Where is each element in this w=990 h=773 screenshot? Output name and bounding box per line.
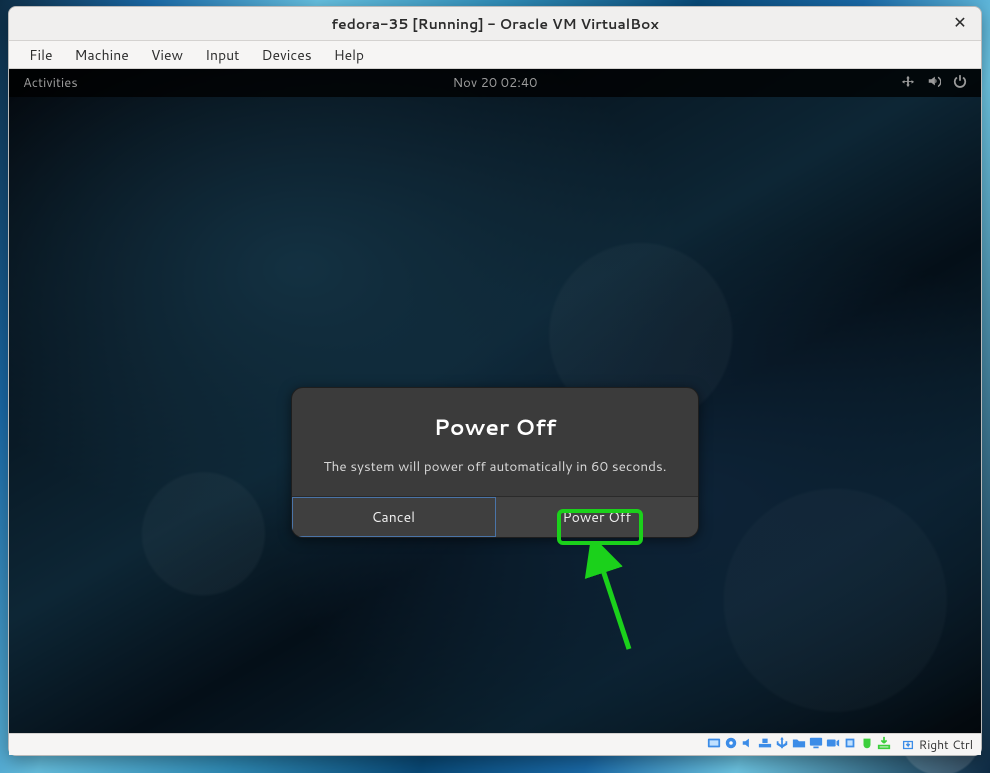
status-network-icon[interactable] [758, 736, 772, 754]
status-usb-icon[interactable] [775, 736, 789, 754]
close-icon[interactable]: ✕ [949, 13, 971, 35]
host-key-indicator[interactable]: Right Ctrl [901, 736, 973, 753]
menu-input[interactable]: Input [195, 42, 249, 68]
activities-button[interactable]: Activities [23, 74, 78, 92]
status-cpu-icon[interactable] [843, 736, 857, 754]
host-key-label: Right Ctrl [919, 736, 973, 753]
window-titlebar[interactable]: fedora-35 [Running] - Oracle VM VirtualB… [9, 7, 981, 41]
menubar: File Machine View Input Devices Help [9, 41, 981, 69]
system-status-area[interactable] [901, 74, 967, 93]
virtualbox-statusbar: Right Ctrl [9, 733, 981, 755]
status-tray [707, 736, 891, 754]
guest-display[interactable]: Activities Nov 20 02:40 Power Off The sy… [9, 69, 981, 733]
status-audio-icon[interactable] [741, 736, 755, 754]
status-hdd-icon[interactable] [707, 736, 721, 754]
menu-machine[interactable]: Machine [65, 42, 139, 68]
virtualbox-window: fedora-35 [Running] - Oracle VM VirtualB… [8, 6, 982, 756]
menu-file[interactable]: File [19, 42, 63, 68]
power-off-button[interactable]: Power Off [496, 497, 699, 537]
status-display-icon[interactable] [809, 736, 823, 754]
window-title: fedora-35 [Running] - Oracle VM VirtualB… [331, 14, 659, 34]
status-recording-icon[interactable] [826, 736, 840, 754]
status-shared-folder-icon[interactable] [792, 736, 806, 754]
status-optical-icon[interactable] [724, 736, 738, 754]
power-icon [953, 74, 967, 93]
menu-view[interactable]: View [141, 42, 193, 68]
power-off-dialog: Power Off The system will power off auto… [291, 387, 699, 538]
dialog-message: The system will power off automatically … [316, 457, 674, 476]
menu-help[interactable]: Help [324, 42, 374, 68]
dialog-title: Power Off [316, 412, 674, 443]
cancel-button[interactable]: Cancel [292, 497, 496, 537]
network-icon [901, 74, 915, 93]
topbar-datetime[interactable]: Nov 20 02:40 [9, 74, 981, 92]
menu-devices[interactable]: Devices [251, 42, 321, 68]
status-mouse-integration-icon[interactable] [860, 736, 874, 754]
hostkey-arrow-icon [901, 738, 915, 752]
status-keyboard-icon[interactable] [877, 736, 891, 754]
volume-icon [927, 74, 941, 93]
gnome-topbar: Activities Nov 20 02:40 [9, 69, 981, 97]
